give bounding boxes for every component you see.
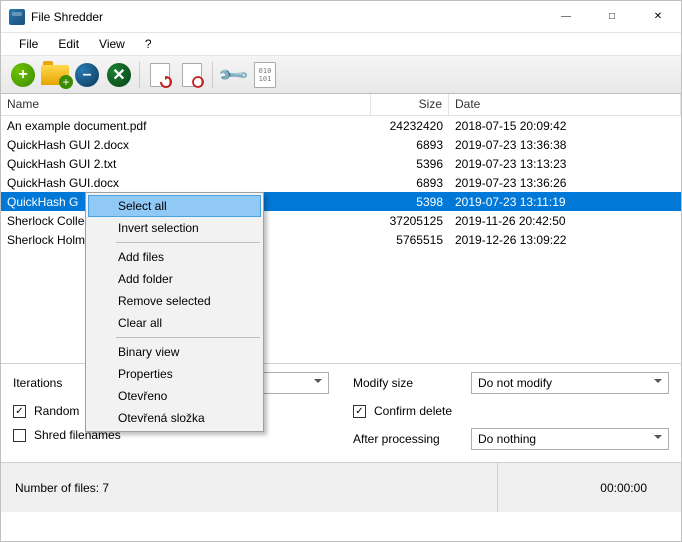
table-row[interactable]: QuickHash GUI.docx68932019-07-23 13:36:2… xyxy=(1,173,681,192)
modify-size-combo[interactable]: Do not modify xyxy=(471,372,669,394)
menu-help[interactable]: ? xyxy=(137,34,160,54)
cell-size: 6893 xyxy=(371,176,449,190)
cell-date: 2019-07-23 13:11:19 xyxy=(449,195,681,209)
table-row[interactable]: QuickHash GUI 2.txt53962019-07-23 13:13:… xyxy=(1,154,681,173)
add-folder-button[interactable]: + xyxy=(41,61,69,89)
column-name[interactable]: Name xyxy=(1,94,371,115)
cell-size: 6893 xyxy=(371,138,449,152)
table-row[interactable]: An example document.pdf242324202018-07-1… xyxy=(1,116,681,135)
minus-icon: – xyxy=(75,63,99,87)
ctx-otevreno[interactable]: Otevřeno xyxy=(88,385,261,407)
ctx-invert-selection[interactable]: Invert selection xyxy=(88,217,261,239)
ctx-select-all[interactable]: Select all xyxy=(88,195,261,217)
minimize-button[interactable]: — xyxy=(543,1,589,32)
cell-date: 2019-07-23 13:36:38 xyxy=(449,138,681,152)
cell-size: 5396 xyxy=(371,157,449,171)
binary-view-button[interactable]: 010101 xyxy=(251,61,279,89)
cell-size: 37205125 xyxy=(371,214,449,228)
ctx-add-folder[interactable]: Add folder xyxy=(88,268,261,290)
random-label: Random xyxy=(34,404,79,418)
plus-icon: + xyxy=(11,63,35,87)
doc-refresh-all-icon xyxy=(182,63,202,87)
refresh-button[interactable] xyxy=(146,61,174,89)
column-date[interactable]: Date xyxy=(449,94,681,115)
toolbar: + + – ✕ 🔧 010101 xyxy=(1,56,681,94)
file-count: Number of files: 7 xyxy=(15,481,497,495)
add-files-button[interactable]: + xyxy=(9,61,37,89)
ctx-properties[interactable]: Properties xyxy=(88,363,261,385)
confirm-delete-label: Confirm delete xyxy=(374,404,452,418)
shred-filenames-checkbox[interactable] xyxy=(13,429,26,442)
ctx-remove-selected[interactable]: Remove selected xyxy=(88,290,261,312)
cell-name: QuickHash GUI.docx xyxy=(1,176,371,190)
elapsed-time: 00:00:00 xyxy=(497,463,667,512)
cell-size: 24232420 xyxy=(371,119,449,133)
wrench-icon: 🔧 xyxy=(216,58,250,92)
after-processing-label: After processing xyxy=(353,432,463,446)
cell-name: An example document.pdf xyxy=(1,119,371,133)
modify-size-label: Modify size xyxy=(353,376,463,390)
settings-button[interactable]: 🔧 xyxy=(219,61,247,89)
ctx-binary-view[interactable]: Binary view xyxy=(88,341,261,363)
cell-size: 5765515 xyxy=(371,233,449,247)
after-processing-combo[interactable]: Do nothing xyxy=(471,428,669,450)
close-button[interactable]: ✕ xyxy=(635,1,681,32)
cell-name: QuickHash GUI 2.txt xyxy=(1,157,371,171)
x-icon: ✕ xyxy=(107,63,131,87)
ctx-add-files[interactable]: Add files xyxy=(88,246,261,268)
context-menu: Select all Invert selection Add files Ad… xyxy=(85,192,264,432)
ctx-clear-all[interactable]: Clear all xyxy=(88,312,261,334)
table-row[interactable]: QuickHash GUI 2.docx68932019-07-23 13:36… xyxy=(1,135,681,154)
refresh-all-button[interactable] xyxy=(178,61,206,89)
menu-file[interactable]: File xyxy=(11,34,46,54)
menubar: File Edit View ? xyxy=(1,33,681,56)
column-size[interactable]: Size xyxy=(371,94,449,115)
menu-edit[interactable]: Edit xyxy=(50,34,87,54)
folder-icon: + xyxy=(41,65,69,85)
random-checkbox[interactable]: ✓ xyxy=(13,405,26,418)
app-icon xyxy=(9,9,25,25)
cell-date: 2019-07-23 13:36:26 xyxy=(449,176,681,190)
maximize-button[interactable]: □ xyxy=(589,1,635,32)
menu-view[interactable]: View xyxy=(91,34,133,54)
confirm-delete-checkbox[interactable]: ✓ xyxy=(353,405,366,418)
statusbar: Number of files: 7 00:00:00 xyxy=(1,462,681,512)
cell-name: QuickHash GUI 2.docx xyxy=(1,138,371,152)
table-header: Name Size Date xyxy=(1,94,681,116)
clear-button[interactable]: ✕ xyxy=(105,61,133,89)
cell-date: 2019-11-26 20:42:50 xyxy=(449,214,681,228)
titlebar: File Shredder — □ ✕ xyxy=(1,1,681,33)
cell-size: 5398 xyxy=(371,195,449,209)
window-title: File Shredder xyxy=(31,10,543,24)
cell-date: 2019-07-23 13:13:23 xyxy=(449,157,681,171)
cell-date: 2019-12-26 13:09:22 xyxy=(449,233,681,247)
doc-refresh-icon xyxy=(150,63,170,87)
cell-date: 2018-07-15 20:09:42 xyxy=(449,119,681,133)
ctx-otevrena-slozka[interactable]: Otevřená složka xyxy=(88,407,261,429)
remove-button[interactable]: – xyxy=(73,61,101,89)
binary-icon: 010101 xyxy=(254,62,276,88)
